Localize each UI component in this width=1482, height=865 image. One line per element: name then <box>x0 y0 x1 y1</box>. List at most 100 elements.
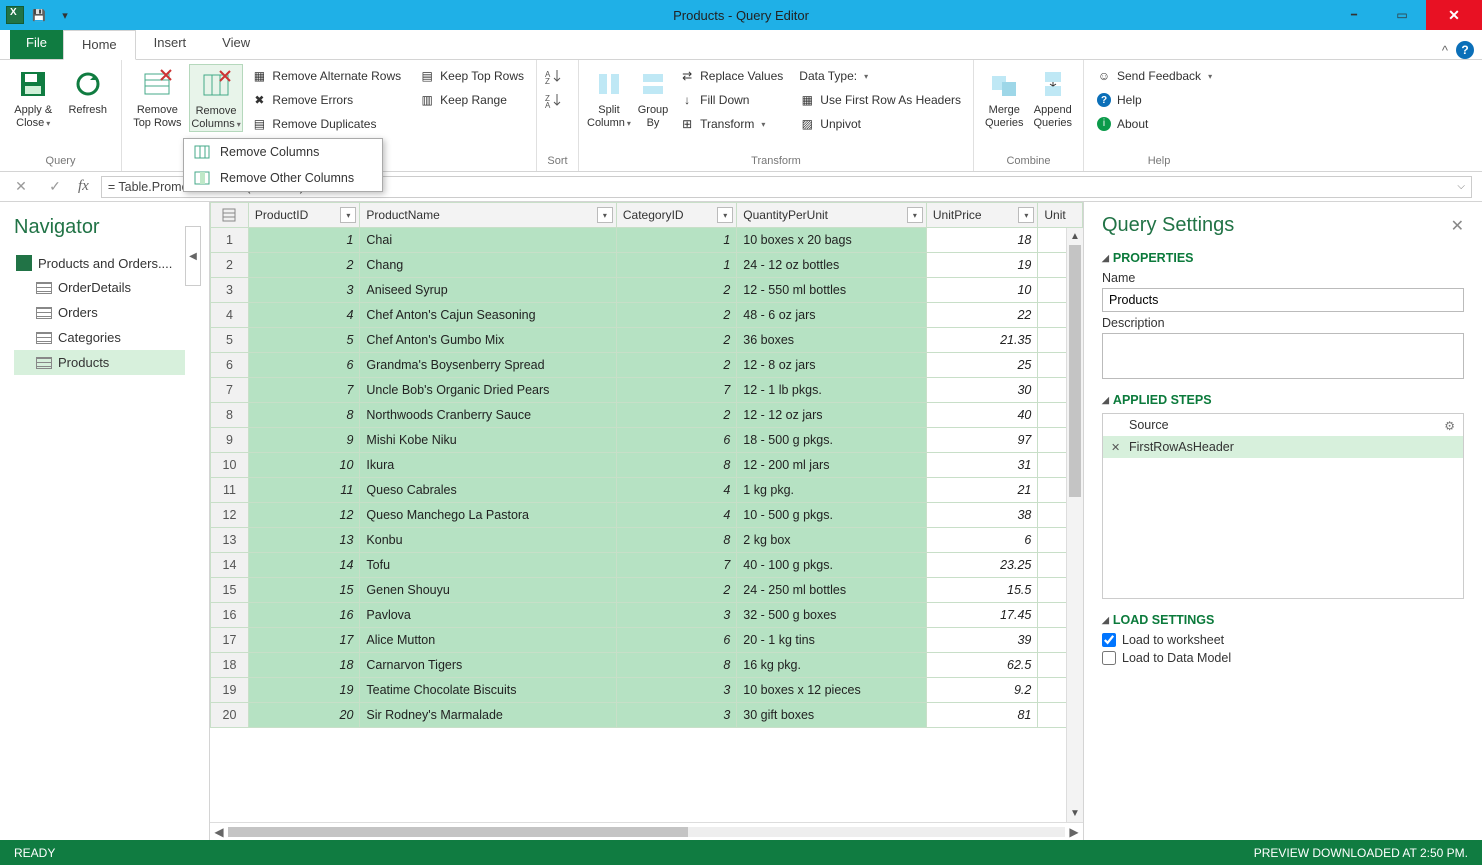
cell[interactable]: 13 <box>248 528 360 553</box>
cell[interactable]: 17.45 <box>926 603 1038 628</box>
refresh-button[interactable]: Refresh <box>63 64 114 117</box>
cell[interactable]: 30 <box>926 378 1038 403</box>
use-first-row-button[interactable]: ▦Use First Row As Headers <box>795 88 965 112</box>
cell[interactable]: Chai <box>360 228 616 253</box>
cell[interactable]: 9 <box>248 428 360 453</box>
table-row[interactable]: 22Chang124 - 12 oz bottles19 <box>211 253 1083 278</box>
cell[interactable]: 21 <box>926 478 1038 503</box>
cell[interactable]: 21.35 <box>926 328 1038 353</box>
dropdown-remove-other-columns[interactable]: Remove Other Columns <box>184 165 382 191</box>
cell[interactable]: 62.5 <box>926 653 1038 678</box>
row-number[interactable]: 10 <box>211 453 249 478</box>
send-feedback-button[interactable]: ☺Send Feedback▾ <box>1092 64 1216 88</box>
row-number[interactable]: 9 <box>211 428 249 453</box>
cell[interactable]: Konbu <box>360 528 616 553</box>
cell[interactable]: 97 <box>926 428 1038 453</box>
cell[interactable]: 81 <box>926 703 1038 728</box>
navigator-root[interactable]: Products and Orders.... <box>14 251 185 275</box>
row-number[interactable]: 3 <box>211 278 249 303</box>
table-row[interactable]: 1919Teatime Chocolate Biscuits310 boxes … <box>211 678 1083 703</box>
cell[interactable]: 39 <box>926 628 1038 653</box>
table-row[interactable]: 77Uncle Bob's Organic Dried Pears712 - 1… <box>211 378 1083 403</box>
cell[interactable]: Tofu <box>360 553 616 578</box>
keep-top-rows-button[interactable]: ▤Keep Top Rows <box>415 64 528 88</box>
remove-top-rows-button[interactable]: Remove Top Rows <box>130 64 185 130</box>
cell[interactable]: 12 <box>248 503 360 528</box>
cell[interactable]: 6 <box>926 528 1038 553</box>
sort-asc-button[interactable]: AZ <box>545 64 561 88</box>
cell[interactable]: Northwoods Cranberry Sauce <box>360 403 616 428</box>
cell[interactable]: 10 <box>926 278 1038 303</box>
cell[interactable]: 1 kg pkg. <box>737 478 927 503</box>
cell[interactable]: 2 <box>616 353 736 378</box>
expand-formula-icon[interactable]: ⌵ <box>1457 181 1465 192</box>
table-row[interactable]: 1010Ikura812 - 200 ml jars31 <box>211 453 1083 478</box>
collapse-navigator-button[interactable]: ◀ <box>185 226 201 286</box>
cell[interactable]: 1 <box>616 228 736 253</box>
row-number[interactable]: 16 <box>211 603 249 628</box>
cell[interactable]: 10 boxes x 12 pieces <box>737 678 927 703</box>
cell[interactable]: 2 <box>616 403 736 428</box>
table-row[interactable]: 1515Genen Shouyu224 - 250 ml bottles15.5 <box>211 578 1083 603</box>
navigator-item-products[interactable]: Products <box>14 350 185 375</box>
applied-steps-header[interactable]: ◢APPLIED STEPS <box>1102 393 1464 407</box>
row-number[interactable]: 7 <box>211 378 249 403</box>
collapse-ribbon-icon[interactable]: ^ <box>1442 43 1448 58</box>
row-number[interactable]: 6 <box>211 353 249 378</box>
column-header-categoryid[interactable]: CategoryID▾ <box>616 203 736 228</box>
cell[interactable]: 20 - 1 kg tins <box>737 628 927 653</box>
step-firstrowasheader[interactable]: ✕FirstRowAsHeader <box>1103 436 1463 458</box>
cell[interactable]: 12 - 12 oz jars <box>737 403 927 428</box>
cell[interactable]: 2 <box>616 328 736 353</box>
cell[interactable]: 7 <box>248 378 360 403</box>
cell[interactable]: 18 <box>926 228 1038 253</box>
cell[interactable]: 8 <box>616 653 736 678</box>
column-header-unit[interactable]: Unit <box>1038 203 1083 228</box>
row-number[interactable]: 8 <box>211 403 249 428</box>
vertical-scrollbar[interactable]: ▲▼ <box>1066 228 1083 822</box>
cell[interactable]: Chef Anton's Gumbo Mix <box>360 328 616 353</box>
horizontal-scrollbar[interactable]: ◀▶ <box>210 822 1083 840</box>
table-row[interactable]: 55Chef Anton's Gumbo Mix236 boxes21.35 <box>211 328 1083 353</box>
cell[interactable]: 10 <box>248 453 360 478</box>
table-row[interactable]: 1818Carnarvon Tigers816 kg pkg.62.5 <box>211 653 1083 678</box>
cell[interactable]: Chef Anton's Cajun Seasoning <box>360 303 616 328</box>
cell[interactable]: 1 <box>248 228 360 253</box>
cell[interactable]: Teatime Chocolate Biscuits <box>360 678 616 703</box>
cell[interactable]: Alice Mutton <box>360 628 616 653</box>
table-row[interactable]: 1313Konbu82 kg box6 <box>211 528 1083 553</box>
delete-step-icon[interactable]: ✕ <box>1111 441 1120 454</box>
load-datamodel-checkbox[interactable]: Load to Data Model <box>1102 651 1464 665</box>
qat-dropdown[interactable]: ▾ <box>54 4 76 26</box>
cell[interactable]: Aniseed Syrup <box>360 278 616 303</box>
load-settings-header[interactable]: ◢LOAD SETTINGS <box>1102 613 1464 627</box>
cell[interactable]: Queso Cabrales <box>360 478 616 503</box>
cell[interactable]: 4 <box>616 503 736 528</box>
split-column-button[interactable]: Split Column▾ <box>587 64 631 130</box>
cell[interactable]: 19 <box>926 253 1038 278</box>
row-number[interactable]: 12 <box>211 503 249 528</box>
filter-dropdown-icon[interactable]: ▾ <box>907 207 923 223</box>
cell[interactable]: 36 boxes <box>737 328 927 353</box>
cell[interactable]: 7 <box>616 553 736 578</box>
cell[interactable]: 5 <box>248 328 360 353</box>
cell[interactable]: Ikura <box>360 453 616 478</box>
cell[interactable]: 31 <box>926 453 1038 478</box>
column-header-quantityperunit[interactable]: QuantityPerUnit▾ <box>737 203 927 228</box>
cell[interactable]: Pavlova <box>360 603 616 628</box>
cell[interactable]: 40 <box>926 403 1038 428</box>
cell[interactable]: 2 <box>248 253 360 278</box>
cell[interactable]: 48 - 6 oz jars <box>737 303 927 328</box>
cell[interactable]: 12 - 1 lb pkgs. <box>737 378 927 403</box>
filter-dropdown-icon[interactable]: ▾ <box>597 207 613 223</box>
select-all-corner[interactable] <box>211 203 249 228</box>
properties-header[interactable]: ◢PROPERTIES <box>1102 251 1464 265</box>
row-number[interactable]: 11 <box>211 478 249 503</box>
load-worksheet-checkbox[interactable]: Load to worksheet <box>1102 633 1464 647</box>
unpivot-button[interactable]: ▨Unpivot <box>795 112 965 136</box>
cell[interactable]: 22 <box>926 303 1038 328</box>
cell[interactable]: 12 - 550 ml bottles <box>737 278 927 303</box>
description-input[interactable] <box>1102 333 1464 379</box>
navigator-item-categories[interactable]: Categories <box>14 325 185 350</box>
filter-dropdown-icon[interactable]: ▾ <box>1018 207 1034 223</box>
